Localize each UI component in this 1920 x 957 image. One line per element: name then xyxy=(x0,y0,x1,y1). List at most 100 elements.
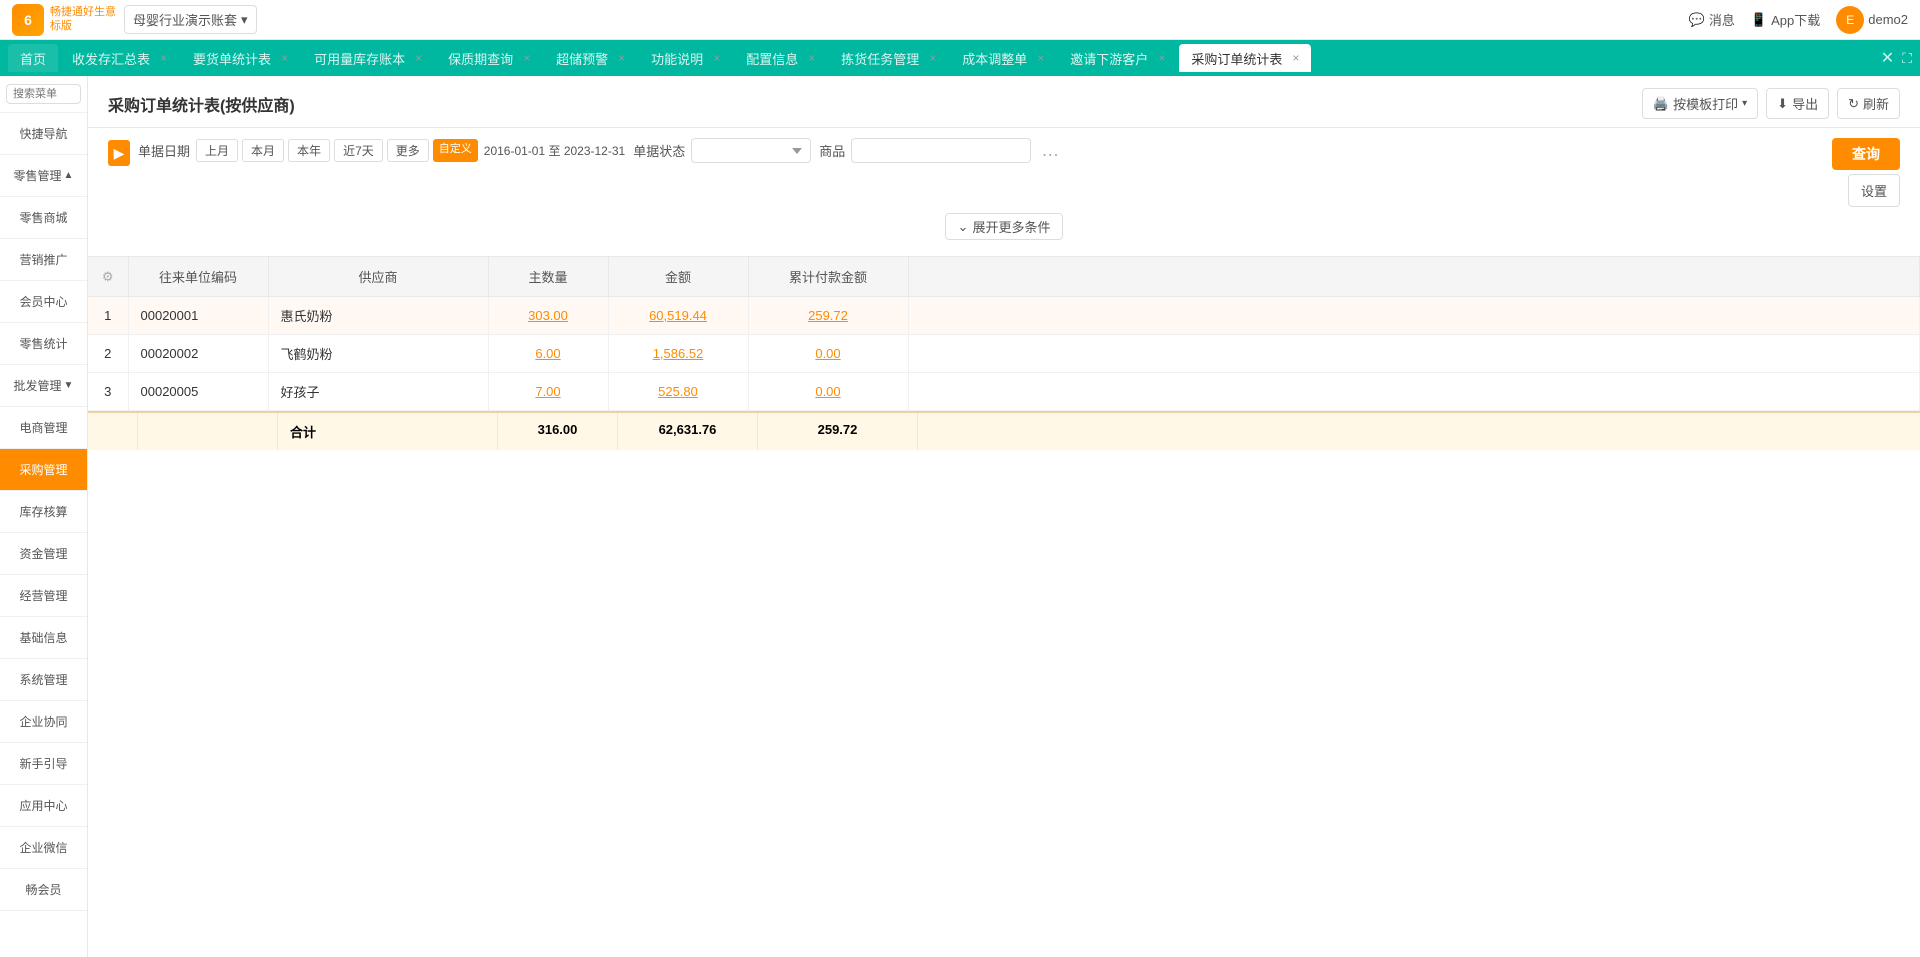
tab-baozhi[interactable]: 保质期查询 × xyxy=(436,44,542,72)
print-button[interactable]: 🖨️ 按模板打印 ▾ xyxy=(1642,88,1758,119)
cell-paid[interactable]: 0.00 xyxy=(748,373,908,411)
nav-close-icon[interactable]: ✕ xyxy=(1881,48,1894,68)
tab-pihuo[interactable]: 拣货任务管理 × xyxy=(829,44,948,72)
sidebar-item-vip[interactable]: 畅会员 xyxy=(0,869,87,911)
close-icon[interactable]: × xyxy=(523,51,530,65)
table-row: 100020001惠氏奶粉303.0060,519.44259.72 xyxy=(88,297,1920,335)
query-button[interactable]: 查询 xyxy=(1832,138,1900,170)
user-profile[interactable]: E demo2 xyxy=(1836,6,1908,34)
tab-yaohuodangui[interactable]: 要货单统计表 × xyxy=(181,44,300,72)
cell-qty[interactable]: 303.00 xyxy=(488,297,608,335)
cell-no: 1 xyxy=(88,297,128,335)
close-icon[interactable]: × xyxy=(713,51,720,65)
sidebar-item-retail-mgmt[interactable]: 零售管理 ▲ xyxy=(0,155,87,197)
search-input[interactable] xyxy=(6,84,81,104)
cell-paid[interactable]: 0.00 xyxy=(748,335,908,373)
sidebar-item-ecommerce[interactable]: 电商管理 xyxy=(0,407,87,449)
export-button[interactable]: ⬇ 导出 xyxy=(1766,88,1829,119)
workspace-selector[interactable]: 母婴行业演示账套 ▾ xyxy=(124,5,257,34)
nav-controls: ✕ ⛶ xyxy=(1881,48,1912,68)
date-shortcuts: 上月 本月 本年 近7天 更多 自定义 xyxy=(196,139,478,162)
expand-button[interactable]: ⌄ 展开更多条件 xyxy=(945,213,1064,240)
date-shortcut-7days[interactable]: 近7天 xyxy=(334,139,383,162)
sidebar-item-purchase-mgmt[interactable]: 采购管理 xyxy=(0,449,87,491)
gear-icon[interactable]: ⚙ xyxy=(102,269,114,284)
sidebar-item-label: 零售统计 xyxy=(19,337,67,351)
filter-toggle-button[interactable]: ▶ xyxy=(108,140,130,166)
tab-yaoqing[interactable]: 邀请下游客户 × xyxy=(1058,44,1177,72)
date-shortcut-more[interactable]: 更多 xyxy=(387,139,429,162)
filter-fields: 单据日期 上月 本月 本年 近7天 更多 自定义 2016-01-01 至 20… xyxy=(138,138,1832,163)
sidebar-item-label: 批发管理 xyxy=(14,377,62,394)
close-icon[interactable]: × xyxy=(929,51,936,65)
goods-input[interactable] xyxy=(851,138,1031,163)
summary-qty: 316.00 xyxy=(498,413,618,450)
close-icon[interactable]: × xyxy=(281,51,288,65)
custom-badge: 自定义 xyxy=(433,139,478,162)
table-header-row: ⚙ 往来单位编码 供应商 主数量 金额 xyxy=(88,257,1920,297)
app-download-button[interactable]: 📱 App下载 xyxy=(1751,10,1820,29)
cell-qty[interactable]: 7.00 xyxy=(488,373,608,411)
tab-label: 收发存汇总表 xyxy=(72,49,150,68)
sidebar-item-finance[interactable]: 资金管理 xyxy=(0,533,87,575)
sidebar-item-retail-store[interactable]: 零售商城 xyxy=(0,197,87,239)
sidebar-item-app-center[interactable]: 应用中心 xyxy=(0,785,87,827)
sidebar-item-batch-mgmt[interactable]: 批发管理 ▼ xyxy=(0,365,87,407)
sidebar-item-marketing[interactable]: 营销推广 xyxy=(0,239,87,281)
cell-code: 00020002 xyxy=(128,335,268,373)
tab-label: 功能说明 xyxy=(651,49,703,68)
cell-qty[interactable]: 6.00 xyxy=(488,335,608,373)
logo-text: 畅捷通好生意 标版 xyxy=(50,6,116,32)
tab-gongnengshuo[interactable]: 功能说明 × xyxy=(639,44,732,72)
date-shortcut-this-year[interactable]: 本年 xyxy=(288,139,330,162)
tab-peizhixinxi[interactable]: 配置信息 × xyxy=(734,44,827,72)
tab-caigou[interactable]: 采购订单统计表 × xyxy=(1179,44,1311,72)
tab-chaochuyujing[interactable]: 超储预警 × xyxy=(544,44,637,72)
messages-button[interactable]: 💬 消息 xyxy=(1689,10,1735,29)
close-icon[interactable]: × xyxy=(415,51,422,65)
sidebar-item-operation[interactable]: 经营管理 xyxy=(0,575,87,617)
sidebar-item-enterprise[interactable]: 企业协同 xyxy=(0,701,87,743)
tab-home[interactable]: 首页 xyxy=(8,44,58,72)
nav-expand-icon[interactable]: ⛶ xyxy=(1902,50,1912,67)
close-icon[interactable]: × xyxy=(618,51,625,65)
sidebar-item-label: 系统管理 xyxy=(19,673,67,687)
chevron-down-icon: ▼ xyxy=(64,380,74,391)
sidebar-item-quick-nav[interactable]: 快捷导航 xyxy=(0,113,87,155)
sidebar-item-retail-stats[interactable]: 零售统计 xyxy=(0,323,87,365)
page-actions: 🖨️ 按模板打印 ▾ ⬇ 导出 ↻ 刷新 xyxy=(1642,88,1900,119)
date-shortcut-this-month[interactable]: 本月 xyxy=(242,139,284,162)
cell-code: 00020005 xyxy=(128,373,268,411)
close-icon[interactable]: × xyxy=(1037,51,1044,65)
cell-paid[interactable]: 259.72 xyxy=(748,297,908,335)
settings-button[interactable]: 设置 xyxy=(1848,174,1900,207)
close-icon[interactable]: × xyxy=(160,51,167,65)
sidebar-item-newbie[interactable]: 新手引导 xyxy=(0,743,87,785)
status-select[interactable] xyxy=(691,138,811,163)
cell-amount[interactable]: 525.80 xyxy=(608,373,748,411)
close-icon[interactable]: × xyxy=(1158,51,1165,65)
cell-no: 3 xyxy=(88,373,128,411)
summary-amount: 62,631.76 xyxy=(618,413,758,450)
sidebar-search-area[interactable] xyxy=(0,76,87,113)
sidebar-item-wechat[interactable]: 企业微信 xyxy=(0,827,87,869)
date-shortcut-last-month[interactable]: 上月 xyxy=(196,139,238,162)
sidebar-item-inventory[interactable]: 库存核算 xyxy=(0,491,87,533)
tab-chengben[interactable]: 成本调整单 × xyxy=(950,44,1056,72)
goods-more-button[interactable]: … xyxy=(1037,140,1063,161)
sidebar-item-system[interactable]: 系统管理 xyxy=(0,659,87,701)
tab-shoufahuizong[interactable]: 收发存汇总表 × xyxy=(60,44,179,72)
close-icon[interactable]: × xyxy=(1292,51,1299,65)
page-header: 采购订单统计表(按供应商) 🖨️ 按模板打印 ▾ ⬇ 导出 ↻ 刷新 xyxy=(88,76,1920,128)
cell-amount[interactable]: 1,586.52 xyxy=(608,335,748,373)
export-icon: ⬇ xyxy=(1777,96,1788,112)
sidebar-item-label: 畅会员 xyxy=(25,883,61,897)
refresh-button[interactable]: ↻ 刷新 xyxy=(1837,88,1900,119)
sidebar-item-basic-info[interactable]: 基础信息 xyxy=(0,617,87,659)
cell-amount[interactable]: 60,519.44 xyxy=(608,297,748,335)
close-icon[interactable]: × xyxy=(808,51,815,65)
avatar: E xyxy=(1836,6,1864,34)
sidebar-item-member-center[interactable]: 会员中心 xyxy=(0,281,87,323)
tab-keyongliangku[interactable]: 可用量库存账本 × xyxy=(302,44,434,72)
table-body: 100020001惠氏奶粉303.0060,519.44259.72200020… xyxy=(88,297,1920,411)
